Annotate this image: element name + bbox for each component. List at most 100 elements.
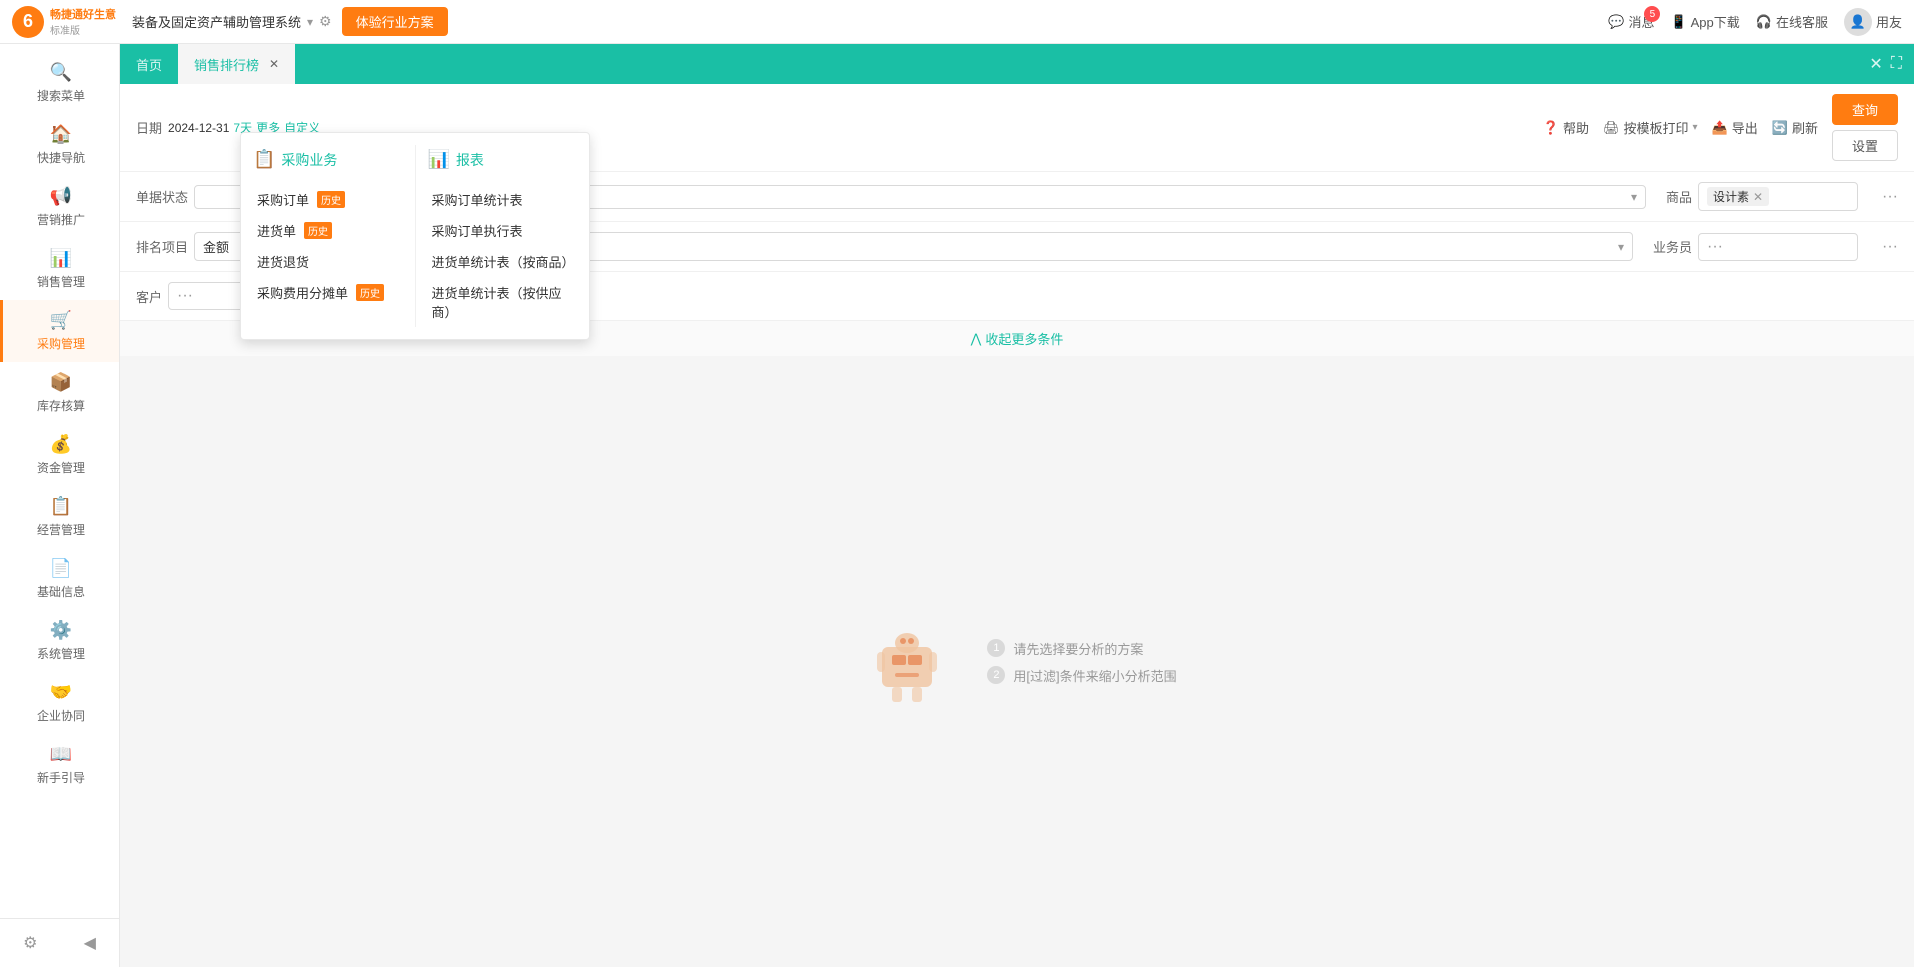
menu-item-purchase-order[interactable]: 采购订单 历史 bbox=[253, 184, 403, 215]
sidebar-bottom: ⚙ ◀ bbox=[0, 918, 119, 967]
system-icon: ⚙️ bbox=[50, 620, 72, 641]
headset-icon: 🎧 bbox=[1756, 14, 1772, 30]
sidebar-settings-button[interactable]: ⚙ bbox=[19, 929, 41, 957]
system-title: 装备及固定资产辅助管理系统 ▾ ⚙ bbox=[132, 12, 332, 31]
sidebar-item-purchase[interactable]: 🛒 采购管理 bbox=[0, 300, 119, 362]
industry-button[interactable]: 体验行业方案 bbox=[342, 7, 448, 36]
online-service-button[interactable]: 🎧 在线客服 bbox=[1756, 12, 1828, 31]
menu-item-purchase-order-stat[interactable]: 采购订单统计表 bbox=[428, 184, 578, 215]
sidebar-item-inventory[interactable]: 📦 库存核算 bbox=[0, 362, 119, 424]
goods-filter: 商品 设计素 ✕ bbox=[1666, 182, 1858, 211]
print-button[interactable]: 🖨 按模板打印 ▾ bbox=[1603, 118, 1698, 137]
dropdown-arrow-icon[interactable]: ▾ bbox=[307, 15, 313, 29]
purchase-dropdown-menu: 📋 采购业务 采购订单 历史 进货单 历史 进货退货 bbox=[240, 132, 590, 340]
report-section-title: 📊 报表 bbox=[428, 145, 578, 174]
report-section: 📊 报表 采购订单统计表 采购订单执行表 进货单统计表（按商品） 进货单统计表（… bbox=[415, 145, 590, 327]
sidebar: 🔍 搜索菜单 🏠 快捷导航 📢 营销推广 📊 销售管理 🛒 采购管 bbox=[0, 44, 120, 967]
help-button[interactable]: ❓ 帮助 bbox=[1543, 118, 1589, 137]
sales-icon: 📊 bbox=[50, 248, 72, 269]
message-badge: 5 bbox=[1644, 6, 1660, 22]
sidebar-item-search[interactable]: 🔍 搜索菜单 bbox=[0, 52, 119, 114]
sidebar-item-system[interactable]: ⚙️ 系统管理 bbox=[0, 610, 119, 672]
sidebar-nav: 🔍 搜索菜单 🏠 快捷导航 📢 营销推广 📊 销售管理 🛒 采购管 bbox=[0, 44, 119, 918]
user-menu[interactable]: 👤 用友 bbox=[1844, 8, 1902, 36]
tab-sales-rank[interactable]: 销售排行榜 ✕ bbox=[178, 44, 295, 84]
cooperation-icon: 🤝 bbox=[50, 682, 72, 703]
inventory-icon: 📦 bbox=[50, 372, 72, 393]
query-actions: 查询 设置 bbox=[1832, 94, 1898, 161]
top-right-actions: 💬 消息 5 📱 App下载 🎧 在线客服 👤 用友 bbox=[1608, 8, 1902, 36]
purchase-section-icon: 📋 bbox=[253, 149, 275, 170]
menu-item-stock-in[interactable]: 进货单 历史 bbox=[253, 215, 403, 246]
menu-item-purchase-order-exec[interactable]: 采购订单执行表 bbox=[428, 215, 578, 246]
logo-area: 6 畅捷通好生意 标准版 bbox=[12, 6, 132, 38]
system-title-text: 装备及固定资产辅助管理系统 bbox=[132, 12, 301, 31]
tab-minimize-icon[interactable]: ✕ bbox=[1869, 54, 1882, 74]
content-area: 首页 销售排行榜 ✕ ✕ ⛶ 日期 bbox=[120, 44, 1914, 967]
app-container: 6 畅捷通好生意 标准版 装备及固定资产辅助管理系统 ▾ ⚙ 体验行业方案 💬 … bbox=[0, 0, 1914, 967]
tab-maximize-icon[interactable]: ⛶ bbox=[1891, 55, 1902, 73]
rank-label: 排名项目 bbox=[136, 237, 188, 256]
sidebar-item-basic[interactable]: 📄 基础信息 bbox=[0, 548, 119, 610]
tab-right-icons: ✕ ⛶ bbox=[1869, 54, 1914, 74]
phone-icon: 📱 bbox=[1670, 14, 1686, 30]
customer-more-icon: ··· bbox=[177, 287, 193, 305]
main-area: 🔍 搜索菜单 🏠 快捷导航 📢 营销推广 📊 销售管理 🛒 采购管 bbox=[0, 44, 1914, 967]
sidebar-item-quick-nav[interactable]: 🏠 快捷导航 bbox=[0, 114, 119, 176]
settings-gear-icon[interactable]: ⚙ bbox=[319, 13, 332, 30]
sidebar-item-finance[interactable]: 💰 资金管理 bbox=[0, 424, 119, 486]
sidebar-item-operations[interactable]: 📋 经营管理 bbox=[0, 486, 119, 548]
operations-icon: 📋 bbox=[50, 496, 72, 517]
rank-more-icon[interactable]: ··· bbox=[1882, 238, 1898, 256]
collapse-button[interactable]: ⋀ 收起更多条件 bbox=[971, 329, 1064, 348]
empty-illustration bbox=[857, 617, 957, 707]
sidebar-item-guide[interactable]: 📖 新手引导 bbox=[0, 734, 119, 796]
tab-home[interactable]: 首页 bbox=[120, 44, 178, 84]
goods-tag: 设计素 ✕ bbox=[1707, 187, 1769, 206]
hist-badge-1: 历史 bbox=[317, 191, 345, 208]
sidebar-item-cooperation[interactable]: 🤝 企业协同 bbox=[0, 672, 119, 734]
refresh-button[interactable]: 🔄 刷新 bbox=[1772, 118, 1818, 137]
messages-button[interactable]: 💬 消息 5 bbox=[1608, 12, 1654, 31]
menu-item-stock-return[interactable]: 进货退货 bbox=[253, 246, 403, 277]
app-download-button[interactable]: 📱 App下载 bbox=[1670, 12, 1739, 31]
status-label: 单据状态 bbox=[136, 187, 188, 206]
staff-input[interactable]: ··· bbox=[1698, 233, 1858, 261]
menu-item-purchase-expense[interactable]: 采购费用分摊单 历史 bbox=[253, 277, 403, 308]
goods-input[interactable]: 设计素 ✕ bbox=[1698, 182, 1858, 211]
export-button[interactable]: 📤 导出 bbox=[1712, 118, 1758, 137]
sidebar-item-marketing[interactable]: 📢 营销推广 bbox=[0, 176, 119, 238]
logo-icon: 6 bbox=[12, 6, 44, 38]
hist-badge-2: 历史 bbox=[304, 222, 332, 239]
status-arrow-icon: ▾ bbox=[1631, 190, 1637, 204]
sidebar-item-sales[interactable]: 📊 销售管理 bbox=[0, 238, 119, 300]
customer-label: 客户 bbox=[136, 287, 162, 306]
sidebar-collapse-button[interactable]: ◀ bbox=[80, 929, 100, 957]
empty-state: 1 请先选择要分析的方案 2 用[过滤]条件来缩小分析范围 bbox=[120, 356, 1914, 967]
goods-tag-close-icon[interactable]: ✕ bbox=[1753, 190, 1763, 204]
export-icon: 📤 bbox=[1712, 120, 1728, 136]
staff-more-icon: ··· bbox=[1707, 238, 1723, 256]
purchase-business-section: 📋 采购业务 采购订单 历史 进货单 历史 进货退货 bbox=[241, 145, 415, 327]
empty-hints: 1 请先选择要分析的方案 2 用[过滤]条件来缩小分析范围 bbox=[987, 639, 1176, 685]
tab-bar: 首页 销售排行榜 ✕ ✕ ⛶ bbox=[120, 44, 1914, 84]
tab-close-icon[interactable]: ✕ bbox=[269, 57, 279, 71]
query-button[interactable]: 查询 bbox=[1832, 94, 1898, 125]
logo-text: 畅捷通好生意 标准版 bbox=[50, 6, 116, 37]
home-icon: 🏠 bbox=[50, 124, 72, 145]
empty-hint-1: 1 请先选择要分析的方案 bbox=[987, 639, 1176, 658]
print-arrow-icon: ▾ bbox=[1693, 122, 1698, 133]
top-bar: 6 畅捷通好生意 标准版 装备及固定资产辅助管理系统 ▾ ⚙ 体验行业方案 💬 … bbox=[0, 0, 1914, 44]
menu-item-stock-stat-by-supplier[interactable]: 进货单统计表（按供应商） bbox=[428, 277, 578, 327]
setting-button[interactable]: 设置 bbox=[1832, 130, 1898, 161]
status-more-icon[interactable]: ··· bbox=[1882, 188, 1898, 206]
staff-label: 业务员 bbox=[1653, 237, 1692, 256]
date-label: 日期 bbox=[136, 118, 162, 137]
marketing-icon: 📢 bbox=[50, 186, 72, 207]
avatar: 👤 bbox=[1844, 8, 1872, 36]
menu-item-stock-stat-by-goods[interactable]: 进货单统计表（按商品） bbox=[428, 246, 578, 277]
purchase-icon: 🛒 bbox=[50, 310, 72, 331]
goods-label: 商品 bbox=[1666, 187, 1692, 206]
refresh-icon: 🔄 bbox=[1772, 120, 1788, 136]
message-icon: 💬 bbox=[1608, 14, 1624, 30]
